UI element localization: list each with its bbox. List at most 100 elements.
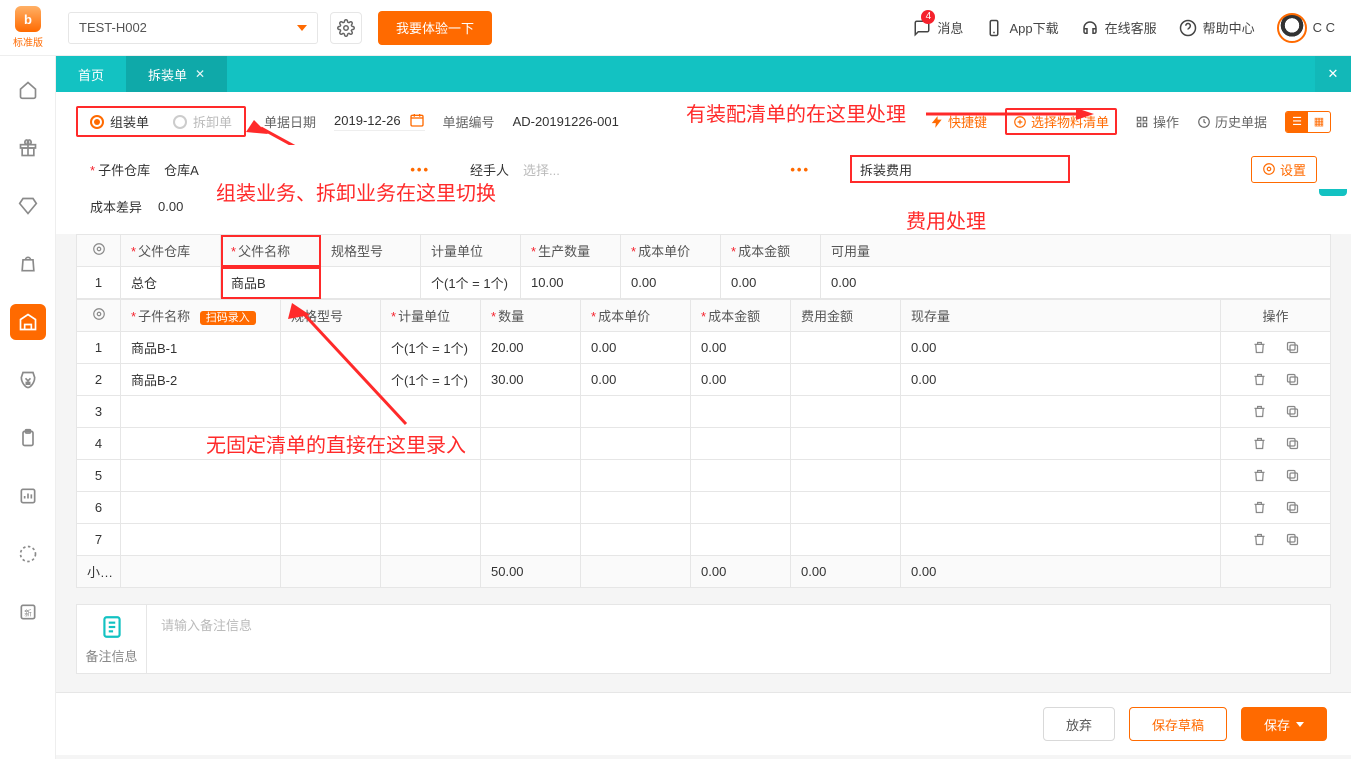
support-link[interactable]: 在线客服 — [1081, 18, 1157, 37]
trash-icon[interactable] — [1252, 468, 1267, 483]
copy-icon[interactable] — [1285, 340, 1300, 355]
warehouse-icon — [18, 312, 38, 332]
cost-diff-value: 0.00 — [158, 199, 183, 214]
close-all-tabs[interactable]: ✕ — [1315, 56, 1351, 92]
trash-icon[interactable] — [1252, 404, 1267, 419]
save-draft-button[interactable]: 保存草稿 — [1129, 707, 1227, 741]
nav-bag[interactable] — [10, 246, 46, 282]
sync-icon — [18, 544, 38, 564]
list-check-icon — [1013, 115, 1027, 129]
tenant-selector-value: TEST-H002 — [79, 20, 147, 35]
trash-icon[interactable] — [1252, 436, 1267, 451]
child-col-name: 子件名称 扫码录入 — [121, 300, 281, 332]
date-field[interactable]: 2019-12-26 — [334, 112, 425, 131]
copy-icon[interactable] — [1285, 468, 1300, 483]
brand[interactable]: b 标准版 — [0, 0, 56, 55]
quick-key-link[interactable]: 快捷键 — [930, 112, 987, 131]
parent-col-spec: 规格型号 — [321, 235, 421, 267]
history-icon — [1197, 115, 1211, 129]
table-row[interactable]: 4 — [77, 428, 1331, 460]
view-toggle[interactable]: ☰ ▦ — [1285, 111, 1331, 133]
operate-link[interactable]: 操作 — [1135, 112, 1179, 131]
document-toolbar: 组装单 拆卸单 单据日期 2019-12-26 单据编号 AD-20191226… — [56, 92, 1351, 145]
handler-field[interactable]: 选择... — [523, 160, 560, 179]
parent-col-uom: 计量单位 — [421, 235, 521, 267]
nav-home[interactable] — [10, 72, 46, 108]
form-row-2: 成本差异 0.00 — [56, 189, 1351, 234]
child-wh-value[interactable]: 仓库A — [164, 160, 199, 179]
help-link[interactable]: 帮助中心 — [1179, 18, 1255, 37]
close-icon[interactable]: ✕ — [195, 67, 205, 81]
messages-link[interactable]: 消息 4 — [913, 18, 963, 37]
copy-icon[interactable] — [1285, 404, 1300, 419]
settings-link[interactable]: 设置 — [1251, 156, 1317, 183]
discard-button[interactable]: 放弃 — [1043, 707, 1115, 741]
table-row[interactable]: 7 — [77, 524, 1331, 556]
report-icon — [18, 486, 38, 506]
app-download-link[interactable]: App下载 — [985, 18, 1058, 37]
bolt-icon — [930, 115, 944, 129]
trash-icon[interactable] — [1252, 340, 1267, 355]
parent-col-name: 父件名称 — [221, 235, 321, 267]
doc-no-value: AD-20191226-001 — [513, 114, 619, 129]
nav-sync[interactable] — [10, 536, 46, 572]
parent-col-wh: 父件仓库 — [121, 235, 221, 267]
calendar-icon — [409, 112, 425, 128]
copy-icon[interactable] — [1285, 372, 1300, 387]
table-row[interactable]: 3 — [77, 396, 1331, 428]
table-row[interactable]: 2商品B-2个(1个 = 1个)30.000.000.000.00 — [77, 364, 1331, 396]
copy-icon[interactable] — [1285, 532, 1300, 547]
child-gear-header[interactable] — [77, 300, 121, 332]
radio-assemble[interactable]: 组装单 — [90, 112, 149, 131]
pick-bom-link[interactable]: 选择物料清单 — [1005, 108, 1117, 135]
barcode-chip[interactable]: 扫码录入 — [200, 311, 256, 325]
chevron-down-icon — [1296, 722, 1304, 727]
settings-button[interactable] — [330, 12, 362, 44]
table-row[interactable]: 1商品B-1个(1个 = 1个)20.000.000.000.00 — [77, 332, 1331, 364]
nav-new[interactable]: 新 — [10, 594, 46, 630]
nav-warehouse[interactable] — [10, 304, 46, 340]
nav-report[interactable] — [10, 478, 46, 514]
parent-col-costamt: 成本金额 — [721, 235, 821, 267]
radio-disassemble[interactable]: 拆卸单 — [173, 112, 232, 131]
trash-icon[interactable] — [1252, 500, 1267, 515]
tab-strip: 首页 拆装单 ✕ ✕ — [56, 56, 1351, 92]
trash-icon[interactable] — [1252, 372, 1267, 387]
cost-diff-label: 成本差异 — [90, 197, 142, 216]
more-icon[interactable]: ••• — [410, 162, 430, 177]
child-col-ops: 操作 — [1221, 300, 1331, 332]
fee-field[interactable]: 拆装费用 — [850, 155, 1070, 183]
parent-col-qty: 生产数量 — [521, 235, 621, 267]
avatar — [1277, 13, 1307, 43]
table-row[interactable]: 5 — [77, 460, 1331, 492]
help-icon — [1179, 19, 1197, 37]
bag-icon — [18, 254, 38, 274]
nav-money[interactable] — [10, 362, 46, 398]
nav-gift[interactable] — [10, 130, 46, 166]
tab-home[interactable]: 首页 — [56, 56, 126, 92]
new-icon: 新 — [18, 602, 38, 622]
save-button[interactable]: 保存 — [1241, 707, 1327, 741]
date-label: 单据日期 — [264, 112, 316, 131]
cta-button[interactable]: 我要体验一下 — [378, 11, 492, 45]
history-link[interactable]: 历史单据 — [1197, 112, 1267, 131]
parent-row[interactable]: 1 总仓 商品B 个(1个 = 1个) 10.00 0.00 0.00 0.00 — [77, 267, 1331, 299]
user-menu[interactable]: C C — [1277, 13, 1335, 43]
radio-icon — [90, 115, 104, 129]
left-nav: 新 — [0, 56, 56, 759]
trash-icon[interactable] — [1252, 532, 1267, 547]
nav-clipboard[interactable] — [10, 420, 46, 456]
tab-current[interactable]: 拆装单 ✕ — [126, 56, 227, 92]
headset-icon — [1081, 19, 1099, 37]
copy-icon[interactable] — [1285, 500, 1300, 515]
child-col-uom: 计量单位 — [381, 300, 481, 332]
more-icon[interactable]: ••• — [790, 162, 810, 177]
table-row[interactable]: 6 — [77, 492, 1331, 524]
child-col-unitcost: 成本单价 — [581, 300, 691, 332]
remark-input[interactable]: 请输入备注信息 — [147, 605, 1330, 673]
copy-icon[interactable] — [1285, 436, 1300, 451]
nav-diamond[interactable] — [10, 188, 46, 224]
parent-gear-header[interactable] — [77, 235, 121, 267]
note-icon — [99, 614, 125, 640]
tenant-selector[interactable]: TEST-H002 — [68, 12, 318, 44]
